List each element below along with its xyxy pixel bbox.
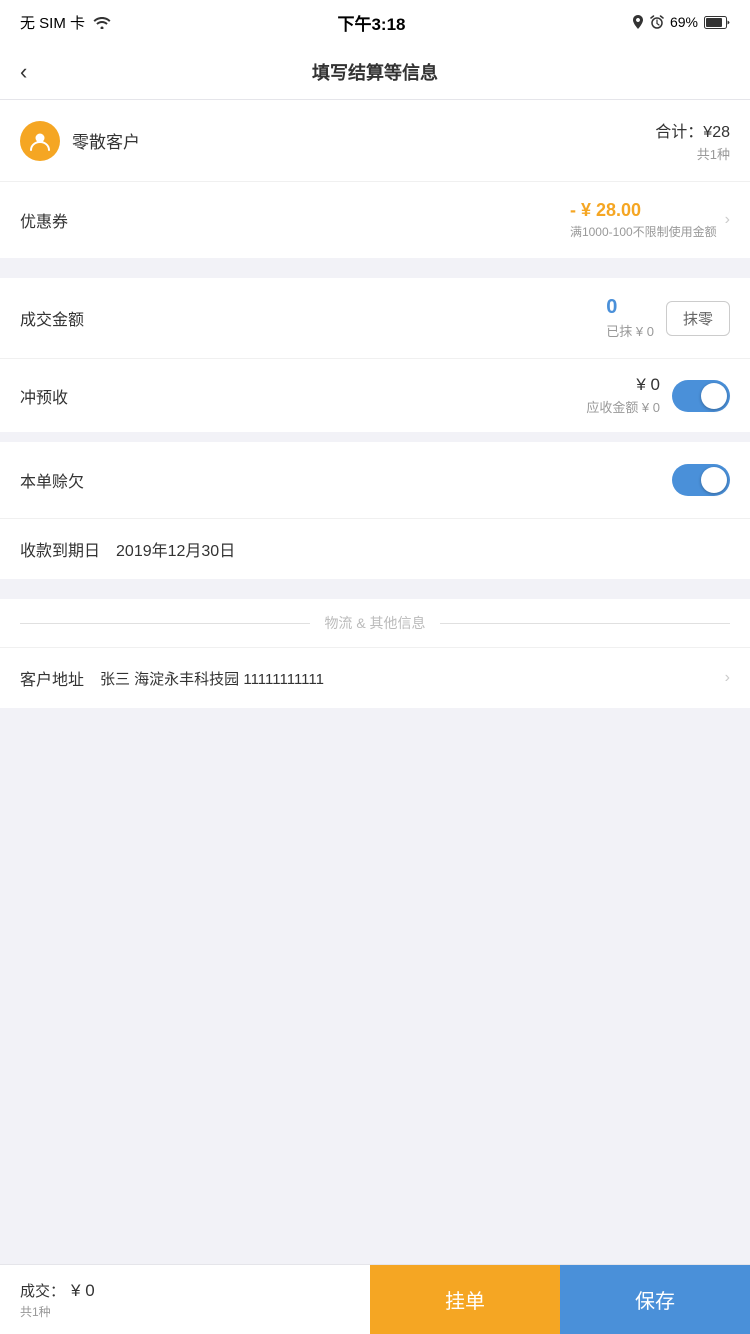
no-sim-text: 无 SIM 卡 [20, 12, 85, 33]
due-date-row: 收款到期日 2019年12月30日 [0, 518, 750, 579]
total-amount: 合计：¥28 [655, 118, 730, 142]
save-button[interactable]: 保存 [560, 1265, 750, 1334]
hang-button[interactable]: 挂单 [370, 1265, 560, 1334]
status-right: 69% [632, 14, 730, 30]
coupon-row[interactable]: 优惠券 - ¥ 28.00 满1000-100不限制使用金额 › [0, 181, 750, 258]
transaction-section: 成交金额 0 已抹 ¥ 0 抹零 冲预收 ¥ 0 应收金额 ¥ 0 [0, 278, 750, 432]
prepay-value: ¥ 0 [586, 375, 660, 395]
back-button[interactable]: ‹ [20, 59, 27, 85]
coupon-right: - ¥ 28.00 满1000-100不限制使用金额 › [570, 200, 730, 240]
customer-row: 零散客户 合计：¥28 共1种 [0, 100, 750, 181]
address-chevron-icon: › [725, 669, 730, 687]
customer-name: 零散客户 [72, 128, 140, 153]
bottom-bar: 成交： ¥ 0 共1种 挂单 保存 [0, 1264, 750, 1334]
bottom-deal-amount: ¥ 0 [71, 1281, 95, 1301]
nav-bar: ‹ 填写结算等信息 [0, 44, 750, 100]
status-time: 下午3:18 [337, 10, 405, 35]
bottom-deal-row: 成交： ¥ 0 [20, 1280, 350, 1301]
transaction-label: 成交金额 [20, 306, 84, 330]
credit-toggle[interactable] [672, 464, 730, 496]
prepay-receivable: 应收金额 ¥ 0 [586, 397, 660, 416]
transaction-value: 0 [606, 296, 654, 319]
coupon-chevron-icon: › [725, 211, 730, 229]
status-bar: 无 SIM 卡 下午3:18 69% [0, 0, 750, 44]
empty-space [0, 718, 750, 958]
customer-right: 合计：¥28 共1种 [655, 118, 730, 163]
bottom-info: 成交： ¥ 0 共1种 [0, 1280, 370, 1320]
logistics-section: 物流 & 其他信息 客户地址 张三 海淀永丰科技园 11111111111 › [0, 599, 750, 708]
transaction-right: 0 已抹 ¥ 0 抹零 [606, 296, 730, 340]
prepay-row: 冲预收 ¥ 0 应收金额 ¥ 0 [0, 358, 750, 432]
due-date-label: 收款到期日 [20, 537, 100, 561]
page-title: 填写结算等信息 [312, 59, 438, 85]
wifi-icon [93, 16, 111, 29]
bottom-count: 共1种 [20, 1303, 350, 1320]
divider-3 [0, 589, 750, 599]
coupon-label: 优惠券 [20, 208, 68, 232]
already-rounded-text: 已抹 ¥ 0 [606, 321, 654, 340]
divider-2 [0, 432, 750, 442]
battery-icon [704, 16, 730, 29]
prepay-amounts: ¥ 0 应收金额 ¥ 0 [586, 375, 660, 416]
prepay-right: ¥ 0 应收金额 ¥ 0 [586, 375, 730, 416]
credit-label: 本单赊欠 [20, 468, 84, 492]
address-value: 张三 海淀永丰科技园 11111111111 [100, 668, 709, 689]
customer-left: 零散客户 [20, 121, 140, 161]
credit-row: 本单赊欠 [0, 442, 750, 518]
avatar [20, 121, 60, 161]
address-label: 客户地址 [20, 666, 84, 690]
battery-text: 69% [670, 14, 698, 30]
prepay-label: 冲预收 [20, 384, 68, 408]
credit-section: 本单赊欠 收款到期日 2019年12月30日 [0, 442, 750, 579]
alarm-icon [650, 15, 664, 29]
due-date-value: 2019年12月30日 [116, 537, 235, 561]
address-row[interactable]: 客户地址 张三 海淀永丰科技园 11111111111 › [0, 647, 750, 708]
total-count: 共1种 [655, 144, 730, 163]
prepay-toggle[interactable] [672, 380, 730, 412]
status-left: 无 SIM 卡 [20, 12, 111, 33]
bottom-deal-label: 成交： [20, 1280, 65, 1301]
transaction-row: 成交金额 0 已抹 ¥ 0 抹零 [0, 278, 750, 358]
customer-section: 零散客户 合计：¥28 共1种 优惠券 - ¥ 28.00 满1000-100不… [0, 100, 750, 258]
coupon-discount: - ¥ 28.00 [570, 200, 717, 221]
logistics-header: 物流 & 其他信息 [0, 599, 750, 647]
divider-1 [0, 268, 750, 278]
location-icon [632, 15, 644, 29]
coupon-description: 满1000-100不限制使用金额 [570, 223, 717, 240]
logistics-title: 物流 & 其他信息 [310, 613, 439, 633]
round-zero-button[interactable]: 抹零 [666, 301, 730, 336]
